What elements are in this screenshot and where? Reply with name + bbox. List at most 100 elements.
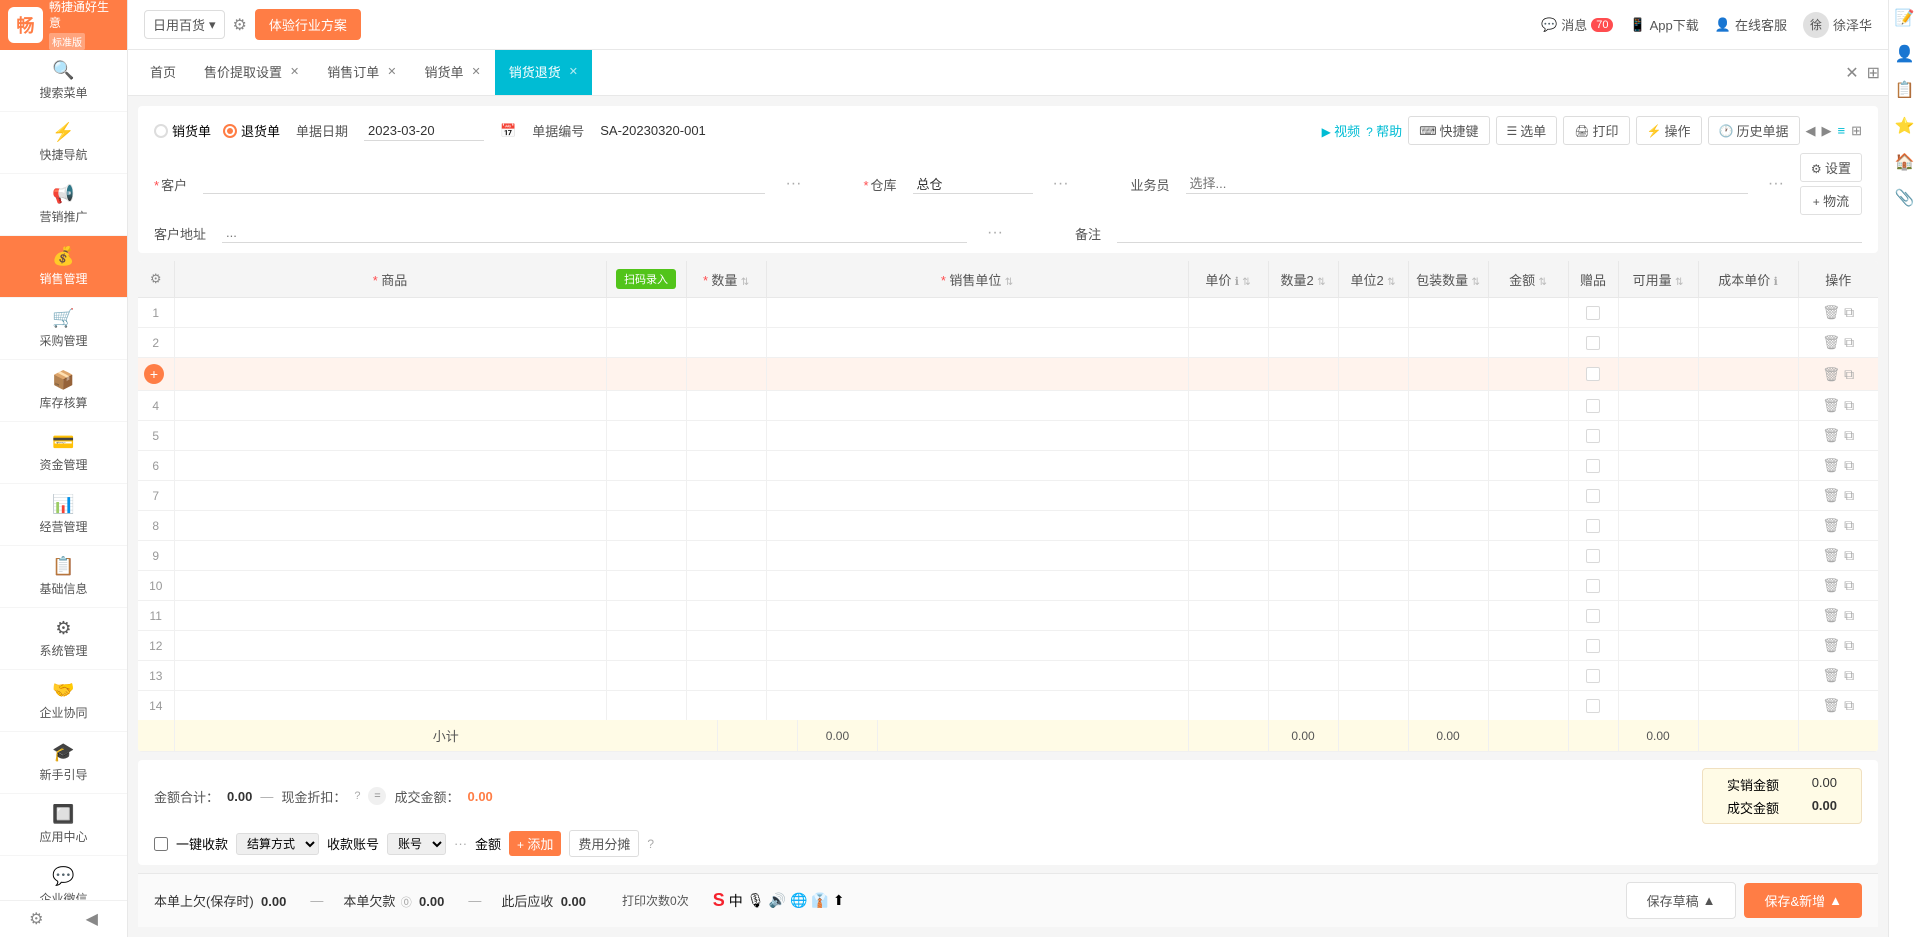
gift-checkbox[interactable] xyxy=(1586,306,1600,320)
gift-checkbox[interactable] xyxy=(1586,549,1600,563)
unit-price-cell[interactable] xyxy=(1188,541,1268,571)
qty2-cell[interactable] xyxy=(1268,541,1338,571)
taskbar-icon-3[interactable]: 🔊 xyxy=(769,892,786,909)
gift-checkbox[interactable] xyxy=(1586,336,1600,350)
qty-cell[interactable] xyxy=(686,631,766,661)
amount-cell[interactable] xyxy=(1488,661,1568,691)
tab-sales-return-close[interactable]: ✕ xyxy=(569,65,578,78)
qty2-input[interactable] xyxy=(1275,579,1332,593)
save-draft-dropdown-icon[interactable]: ▲ xyxy=(1703,893,1716,908)
copy-icon[interactable]: ⧉ xyxy=(1844,697,1854,714)
qty2-cell[interactable] xyxy=(1268,421,1338,451)
product-input[interactable] xyxy=(181,609,600,623)
product-input[interactable] xyxy=(181,336,600,350)
amount-input[interactable] xyxy=(1495,367,1562,381)
unit-price-input[interactable] xyxy=(1195,519,1262,533)
amount-cell[interactable] xyxy=(1488,328,1568,358)
online-service-item[interactable]: 👤 在线客服 xyxy=(1715,15,1787,34)
pack-qty-cell[interactable] xyxy=(1408,391,1488,421)
copy-icon[interactable]: ⧉ xyxy=(1844,427,1854,444)
unit2-cell[interactable] xyxy=(1338,631,1408,661)
price-sort-icon[interactable]: ⇅ xyxy=(1242,277,1250,288)
sales-unit-cell[interactable] xyxy=(766,451,1188,481)
amount-cell[interactable] xyxy=(1488,391,1568,421)
right-panel-icon-active[interactable]: 📎 xyxy=(1895,188,1915,208)
sidebar-item-inventory[interactable]: 📦 库存核算 xyxy=(0,360,127,422)
pack-qty-cell[interactable] xyxy=(1408,298,1488,328)
sales-unit-cell[interactable] xyxy=(766,691,1188,721)
amount-cell[interactable] xyxy=(1488,481,1568,511)
sales-unit-input[interactable] xyxy=(773,489,1182,503)
pack-qty-input[interactable] xyxy=(1415,367,1482,381)
qty-input[interactable] xyxy=(693,519,760,533)
product-cell[interactable] xyxy=(174,601,606,631)
unit-price-cell[interactable] xyxy=(1188,601,1268,631)
app-download-item[interactable]: 📱 App下载 xyxy=(1629,15,1698,34)
save-new-dropdown-icon[interactable]: ▲ xyxy=(1829,893,1842,908)
sidebar-item-system[interactable]: ⚙ 系统管理 xyxy=(0,608,127,670)
amount-input[interactable] xyxy=(1495,399,1562,413)
shortcuts-btn[interactable]: ⌨ 快捷键 xyxy=(1408,116,1489,145)
qty-cell[interactable] xyxy=(686,421,766,451)
unit-price-input[interactable] xyxy=(1195,459,1262,473)
right-panel-icon-4[interactable]: ⭐ xyxy=(1895,116,1915,136)
sidebar-item-basic[interactable]: 📋 基础信息 xyxy=(0,546,127,608)
gift-checkbox[interactable] xyxy=(1586,429,1600,443)
product-input[interactable] xyxy=(181,579,600,593)
pack-qty-cell[interactable] xyxy=(1408,631,1488,661)
qty-cell[interactable] xyxy=(686,358,766,391)
unit2-cell[interactable] xyxy=(1338,358,1408,391)
unit-price-input[interactable] xyxy=(1195,336,1262,350)
scan-btn[interactable]: 扫码录入 xyxy=(616,269,676,289)
warehouse-input[interactable] xyxy=(913,174,1033,194)
taskbar-icon-6[interactable]: ⬆ xyxy=(833,892,845,909)
unit-price-cell[interactable] xyxy=(1188,481,1268,511)
qty2-cell[interactable] xyxy=(1268,631,1338,661)
sales-unit-cell[interactable] xyxy=(766,328,1188,358)
qty2-input[interactable] xyxy=(1275,459,1332,473)
qty2-cell[interactable] xyxy=(1268,481,1338,511)
qty2-cell[interactable] xyxy=(1268,661,1338,691)
sales-unit-cell[interactable] xyxy=(766,661,1188,691)
settings-btn[interactable]: ⚙ 设置 xyxy=(1800,153,1862,182)
amount-input[interactable] xyxy=(1495,579,1562,593)
gift-checkbox[interactable] xyxy=(1586,399,1600,413)
unit2-input[interactable] xyxy=(1345,609,1402,623)
product-cell[interactable] xyxy=(174,391,606,421)
qty-cell[interactable] xyxy=(686,571,766,601)
amount-cell[interactable] xyxy=(1488,358,1568,391)
pack-qty-cell[interactable] xyxy=(1408,601,1488,631)
tab-sales-return[interactable]: 销货退货 ✕ xyxy=(495,50,592,95)
unit-price-input[interactable] xyxy=(1195,609,1262,623)
qty-cell[interactable] xyxy=(686,328,766,358)
column-settings-icon[interactable]: ⚙ xyxy=(150,271,162,286)
taskbar-icon-1[interactable]: 中 xyxy=(729,891,743,911)
product-cell[interactable] xyxy=(174,328,606,358)
qty-input[interactable] xyxy=(693,669,760,683)
unit-price-input[interactable] xyxy=(1195,579,1262,593)
qty2-input[interactable] xyxy=(1275,489,1332,503)
pack-qty-input[interactable] xyxy=(1415,489,1482,503)
qty2-input[interactable] xyxy=(1275,549,1332,563)
amount-cell[interactable] xyxy=(1488,451,1568,481)
qty2-input[interactable] xyxy=(1275,699,1332,713)
unit-price-input[interactable] xyxy=(1195,306,1262,320)
unit2-sort-icon[interactable]: ⇅ xyxy=(1387,277,1395,288)
qty2-input[interactable] xyxy=(1275,306,1332,320)
taskbar-icon-4[interactable]: 🌐 xyxy=(790,892,807,909)
qty2-cell[interactable] xyxy=(1268,691,1338,721)
product-input[interactable] xyxy=(181,399,600,413)
unit2-cell[interactable] xyxy=(1338,541,1408,571)
qty2-input[interactable] xyxy=(1275,367,1332,381)
delete-icon[interactable]: 🗑 xyxy=(1822,366,1840,383)
amount-input[interactable] xyxy=(1495,429,1562,443)
gift-cell[interactable] xyxy=(1568,571,1618,601)
qty-input[interactable] xyxy=(693,429,760,443)
delete-icon[interactable]: 🗑 xyxy=(1822,304,1840,321)
unit2-cell[interactable] xyxy=(1338,298,1408,328)
sales-unit-input[interactable] xyxy=(773,549,1182,563)
pack-qty-input[interactable] xyxy=(1415,609,1482,623)
gift-cell[interactable] xyxy=(1568,661,1618,691)
pack-qty-input[interactable] xyxy=(1415,639,1482,653)
qty-cell[interactable] xyxy=(686,511,766,541)
